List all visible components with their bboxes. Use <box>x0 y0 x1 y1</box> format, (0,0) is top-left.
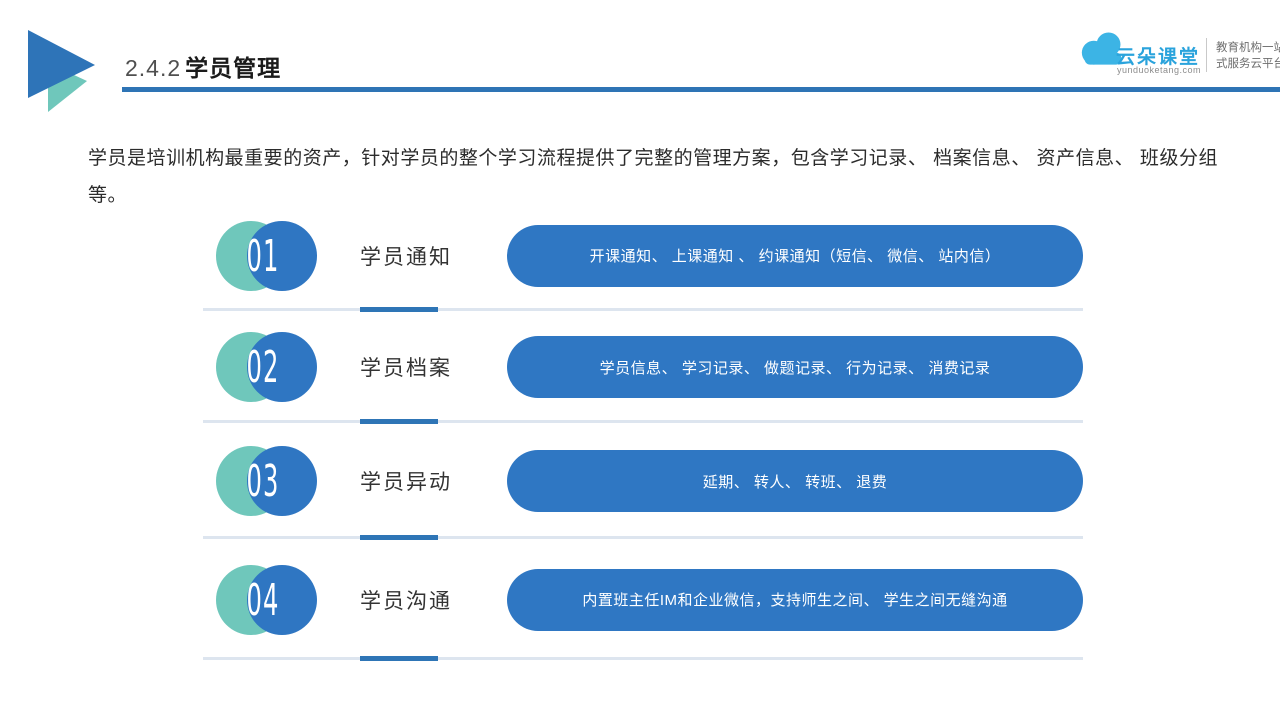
number-badge: 04 <box>216 565 317 635</box>
row-label: 学员沟通 <box>360 585 452 615</box>
number-badge: 01 <box>216 221 317 291</box>
row-divider <box>203 657 1083 660</box>
brand-tagline: 教育机构一站 式服务云平台 <box>1216 40 1280 72</box>
number-badge: 02 <box>216 332 317 402</box>
title-underline <box>122 87 1280 92</box>
row-description-pill: 延期、 转人、 转班、 退费 <box>507 450 1083 512</box>
row-label: 学员异动 <box>360 466 452 496</box>
row-number: 01 <box>237 221 289 291</box>
row-number: 02 <box>237 332 289 402</box>
row-label: 学员档案 <box>360 352 452 382</box>
feature-row-notify: 01 学员通知 开课通知、 上课通知 、 约课通知（短信、 微信、 站内信） <box>203 200 1083 311</box>
number-badge: 03 <box>216 446 317 516</box>
brand-logo: 云朵课堂 yunduoketang.com 教育机构一站 式服务云平台 <box>1080 28 1264 78</box>
brand-tagline-line2: 式服务云平台 <box>1216 56 1280 72</box>
row-label: 学员通知 <box>360 241 452 271</box>
slide: 2.4.2学员管理 云朵课堂 yunduoketang.com 教育机构一站 式… <box>0 0 1280 720</box>
page-title-text: 学员管理 <box>185 55 281 81</box>
row-description-pill: 学员信息、 学习记录、 做题记录、 行为记录、 消费记录 <box>507 336 1083 398</box>
section-number: 2.4.2 <box>125 55 181 81</box>
divider-accent <box>360 656 438 661</box>
corner-triangles-icon <box>0 0 130 120</box>
row-description-pill: 内置班主任IM和企业微信，支持师生之间、 学生之间无缝沟通 <box>507 569 1083 631</box>
feature-rows: 01 学员通知 开课通知、 上课通知 、 约课通知（短信、 微信、 站内信） 0… <box>203 200 1083 660</box>
feature-row-change: 03 学员异动 延期、 转人、 转班、 退费 <box>203 423 1083 539</box>
feature-row-archive: 02 学员档案 学员信息、 学习记录、 做题记录、 行为记录、 消费记录 <box>203 311 1083 423</box>
row-number: 03 <box>237 446 289 516</box>
logo-separator <box>1206 38 1207 72</box>
brand-domain: yunduoketang.com <box>1117 65 1201 75</box>
row-number: 04 <box>237 565 289 635</box>
page-title: 2.4.2学员管理 <box>125 49 281 83</box>
brand-tagline-line1: 教育机构一站 <box>1216 40 1280 56</box>
row-description-pill: 开课通知、 上课通知 、 约课通知（短信、 微信、 站内信） <box>507 225 1083 287</box>
feature-row-communicate: 04 学员沟通 内置班主任IM和企业微信，支持师生之间、 学生之间无缝沟通 <box>203 539 1083 660</box>
